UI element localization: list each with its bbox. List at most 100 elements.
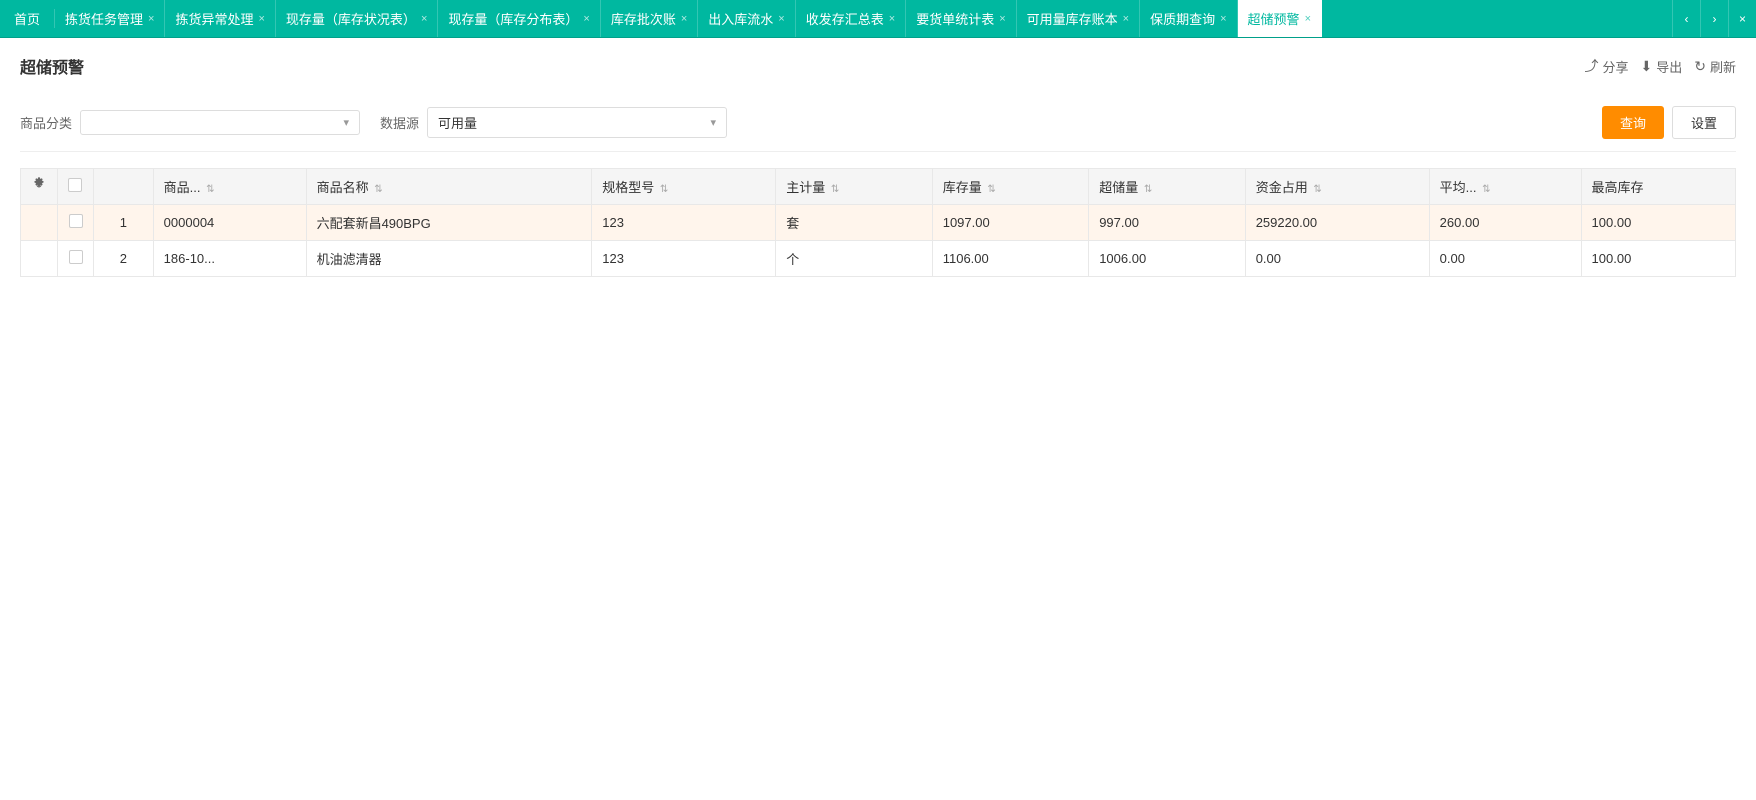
sort-stock-icon: ⇅ [987, 184, 995, 195]
row-product-code: 0000004 [153, 205, 306, 241]
row-product-code: 186-10... [153, 241, 306, 277]
row-product-name: 机油滤清器 [306, 241, 592, 277]
select-all-checkbox[interactable] [68, 178, 82, 192]
nav-arrow-right[interactable]: › [1700, 0, 1728, 38]
row-gear-cell [21, 241, 58, 277]
datasource-select[interactable]: 可用量 ▾ [427, 107, 727, 138]
export-button[interactable]: ⬇ 导出 [1641, 57, 1683, 76]
query-button[interactable]: 查询 [1602, 106, 1664, 139]
sort-over-stock-icon: ⇅ [1144, 184, 1152, 195]
row-spec: 123 [592, 241, 776, 277]
row-avg: 260.00 [1429, 205, 1581, 241]
nav-tab-1[interactable]: 拣货任务管理 × [55, 0, 165, 37]
nav-tab-3[interactable]: 现存量（库存状况表） × [276, 0, 438, 37]
close-tab-6[interactable]: × [778, 13, 784, 25]
row-stock: 1106.00 [932, 241, 1088, 277]
close-tab-11[interactable]: × [1305, 13, 1311, 25]
close-tab-1[interactable]: × [148, 13, 154, 25]
row-over-stock: 1006.00 [1089, 241, 1245, 277]
filter-bar: 商品分类 ▾ 数据源 可用量 ▾ 查询 设置 [20, 94, 1736, 152]
table-row[interactable]: 1 0000004 六配套新昌490BPG 123 套 1097.00 997.… [21, 205, 1736, 241]
close-tab-4[interactable]: × [583, 13, 589, 25]
close-tab-7[interactable]: × [889, 13, 895, 25]
th-checkbox[interactable] [58, 169, 94, 205]
share-button[interactable]: ⤴ 分享 [1584, 56, 1628, 76]
nav-tab-11[interactable]: 超储预警 × [1238, 0, 1322, 37]
nav-arrows: ‹ › × [1672, 0, 1756, 38]
th-stock[interactable]: 库存量 ⇅ [932, 169, 1088, 205]
th-product-name[interactable]: 商品名称 ⇅ [306, 169, 592, 205]
sort-spec-icon: ⇅ [660, 184, 668, 195]
sort-unit-icon: ⇅ [831, 184, 839, 195]
th-spec[interactable]: 规格型号 ⇅ [592, 169, 776, 205]
th-over-stock[interactable]: 超储量 ⇅ [1089, 169, 1245, 205]
nav-tab-10[interactable]: 保质期查询 × [1140, 0, 1237, 37]
datasource-chevron-icon: ▾ [711, 116, 717, 129]
nav-tab-5[interactable]: 库存批次账 × [601, 0, 698, 37]
category-chevron-icon: ▾ [343, 116, 349, 129]
refresh-icon: ↻ [1694, 58, 1706, 75]
close-tab-8[interactable]: × [999, 13, 1005, 25]
th-unit[interactable]: 主计量 ⇅ [776, 169, 932, 205]
row-stock: 1097.00 [932, 205, 1088, 241]
nav-arrow-left[interactable]: ‹ [1672, 0, 1700, 38]
nav-arrow-close[interactable]: × [1728, 0, 1756, 38]
th-avg[interactable]: 平均... ⇅ [1429, 169, 1581, 205]
row-checkbox-cell[interactable] [58, 241, 94, 277]
settings-button[interactable]: 设置 [1672, 106, 1736, 139]
category-select[interactable]: ▾ [80, 110, 360, 135]
sort-product-code-icon: ⇅ [206, 184, 214, 195]
nav-home[interactable]: 首页 [0, 9, 55, 28]
th-capital[interactable]: 资金占用 ⇅ [1245, 169, 1429, 205]
th-num [94, 169, 154, 205]
close-tab-9[interactable]: × [1123, 13, 1129, 25]
table-row[interactable]: 2 186-10... 机油滤清器 123 个 1106.00 1006.00 … [21, 241, 1736, 277]
page-title: 超储预警 [20, 54, 84, 78]
close-tab-5[interactable]: × [681, 13, 687, 25]
datasource-select-value: 可用量 [438, 113, 477, 132]
datasource-filter-group: 数据源 可用量 ▾ [380, 107, 727, 138]
refresh-button[interactable]: ↻ 刷新 [1694, 57, 1736, 76]
row-gear-cell [21, 205, 58, 241]
page-header: 超储预警 ⤴ 分享 ⬇ 导出 ↻ 刷新 [20, 54, 1736, 78]
category-filter-group: 商品分类 ▾ [20, 110, 360, 135]
sort-avg-icon: ⇅ [1482, 184, 1490, 195]
table-body: 1 0000004 六配套新昌490BPG 123 套 1097.00 997.… [21, 205, 1736, 277]
nav-tab-7[interactable]: 收发存汇总表 × [796, 0, 906, 37]
close-tab-2[interactable]: × [258, 13, 264, 25]
row-capital: 0.00 [1245, 241, 1429, 277]
nav-tab-4[interactable]: 现存量（库存分布表） × [438, 0, 600, 37]
gear-icon [31, 177, 47, 193]
nav-tab-8[interactable]: 要货单统计表 × [906, 0, 1016, 37]
nav-tab-6[interactable]: 出入库流水 × [698, 0, 795, 37]
row-product-name: 六配套新昌490BPG [306, 205, 592, 241]
th-max-stock[interactable]: 最高库存 [1581, 169, 1735, 205]
close-tab-10[interactable]: × [1220, 13, 1226, 25]
row-max-stock: 100.00 [1581, 241, 1735, 277]
row-over-stock: 997.00 [1089, 205, 1245, 241]
row-num-cell: 1 [94, 205, 154, 241]
th-product-code[interactable]: 商品... ⇅ [153, 169, 306, 205]
nav-tab-9[interactable]: 可用量库存账本 × [1017, 0, 1140, 37]
table-header-row: 商品... ⇅ 商品名称 ⇅ 规格型号 ⇅ 主计量 ⇅ 库存量 ⇅ [21, 169, 1736, 205]
sort-product-name-icon: ⇅ [374, 184, 382, 195]
th-gear[interactable] [21, 169, 58, 205]
row-capital: 259220.00 [1245, 205, 1429, 241]
sort-capital-icon: ⇅ [1313, 184, 1321, 195]
close-tab-3[interactable]: × [421, 13, 427, 25]
nav-tab-2[interactable]: 拣货异常处理 × [165, 0, 275, 37]
datasource-label: 数据源 [380, 113, 419, 132]
top-navigation: 首页 拣货任务管理 × 拣货异常处理 × 现存量（库存状况表） × 现存量（库存… [0, 0, 1756, 38]
filter-actions: 查询 设置 [1602, 106, 1736, 139]
row-num-cell: 2 [94, 241, 154, 277]
category-label: 商品分类 [20, 113, 72, 132]
data-table: 商品... ⇅ 商品名称 ⇅ 规格型号 ⇅ 主计量 ⇅ 库存量 ⇅ [20, 168, 1736, 277]
row-max-stock: 100.00 [1581, 205, 1735, 241]
row-checkbox-1[interactable] [69, 214, 83, 228]
export-icon: ⬇ [1641, 58, 1653, 75]
share-icon: ⤴ [1584, 56, 1598, 76]
row-checkbox-2[interactable] [69, 250, 83, 264]
row-checkbox-cell[interactable] [58, 205, 94, 241]
header-actions: ⤴ 分享 ⬇ 导出 ↻ 刷新 [1584, 56, 1736, 76]
row-avg: 0.00 [1429, 241, 1581, 277]
